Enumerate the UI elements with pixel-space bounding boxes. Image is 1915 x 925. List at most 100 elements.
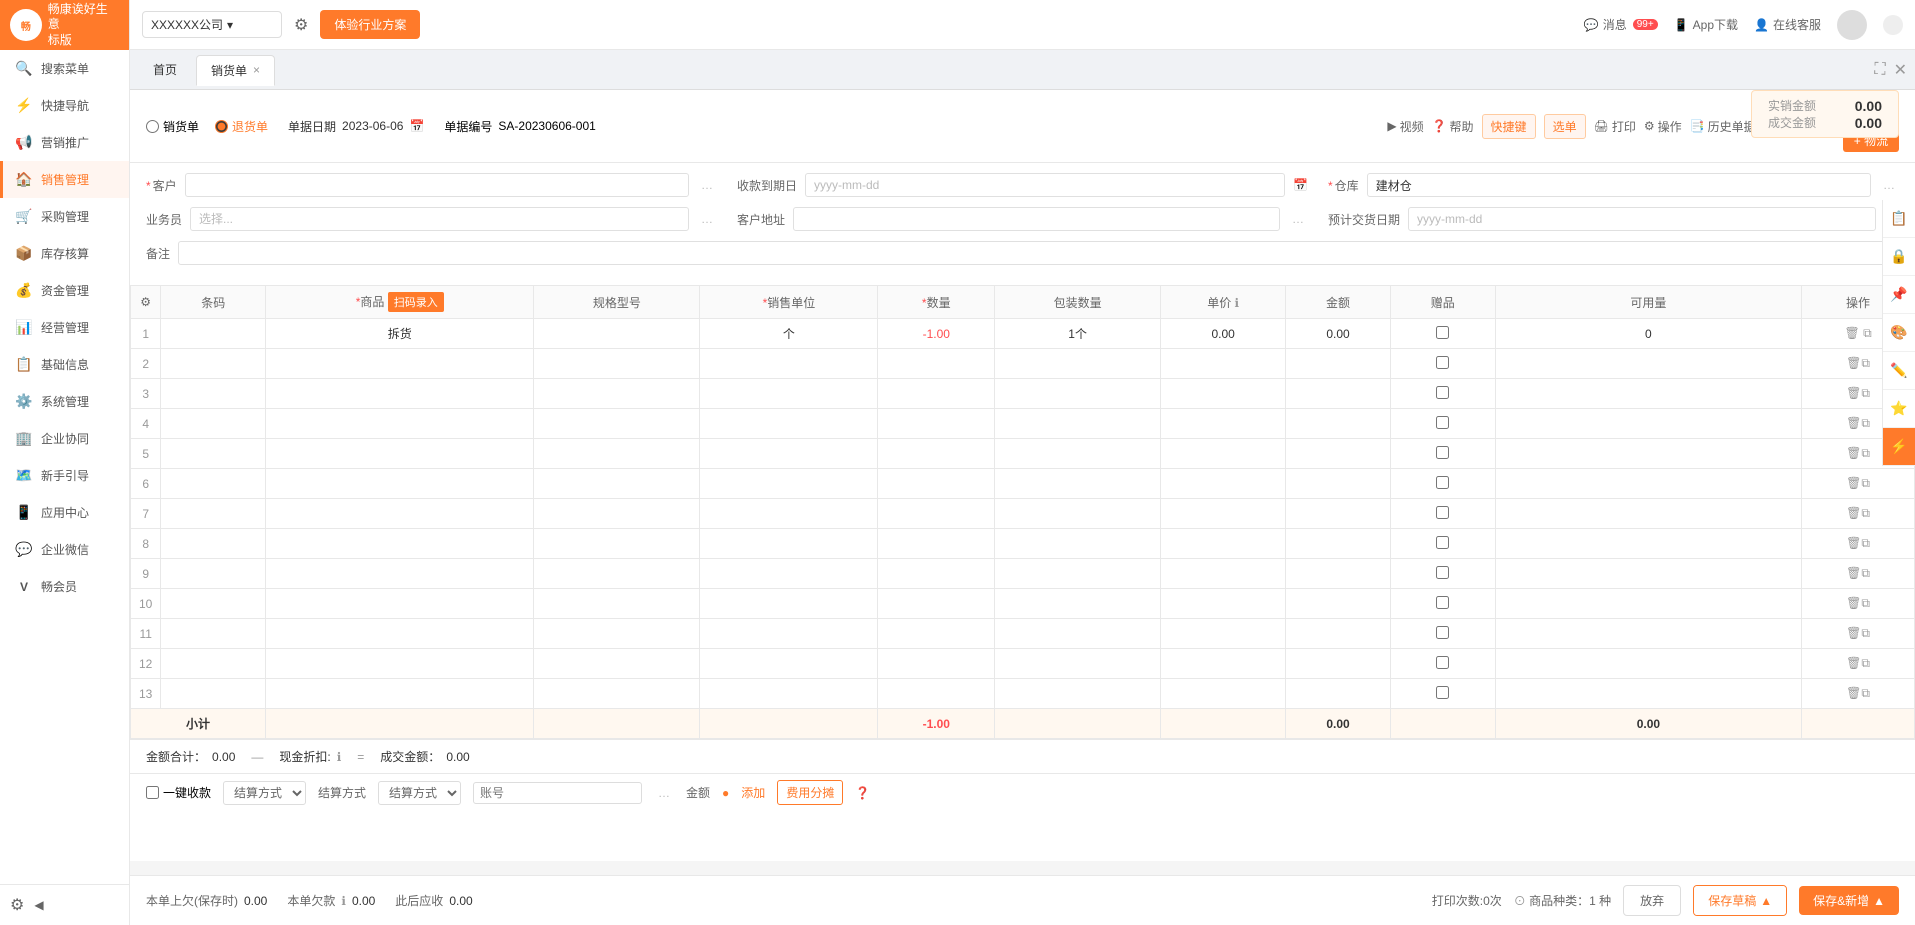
row-1-spec[interactable] bbox=[534, 319, 700, 349]
trial-button[interactable]: 体验行业方案 bbox=[320, 10, 420, 39]
return-order-radio[interactable]: 退货单 bbox=[215, 118, 268, 135]
delete-icon[interactable]: 🗑 bbox=[1846, 656, 1861, 670]
customer-address-input[interactable] bbox=[793, 207, 1280, 231]
note-input[interactable] bbox=[178, 241, 1899, 265]
tab-sales-order[interactable]: 销货单 × bbox=[196, 55, 275, 86]
delete-icon[interactable]: 🗑 bbox=[1846, 626, 1861, 640]
rfb-pin[interactable]: 📌 bbox=[1883, 276, 1915, 314]
delete-icon[interactable]: 🗑 bbox=[1846, 596, 1861, 610]
app-download-action[interactable]: 📱 App下载 bbox=[1674, 16, 1738, 33]
scan-btn[interactable]: 扫码录入 bbox=[388, 292, 444, 312]
delete-icon[interactable]: 🗑 bbox=[1846, 446, 1861, 460]
message-action[interactable]: 💬 消息 99+ bbox=[1584, 16, 1658, 33]
copy-icon[interactable]: ⧉ bbox=[1861, 506, 1870, 520]
expected-date-input[interactable] bbox=[1408, 207, 1876, 231]
copy-icon[interactable]: ⧉ bbox=[1861, 686, 1870, 700]
fee-split-btn[interactable]: 费用分摊 bbox=[777, 780, 843, 805]
help-link[interactable]: ❓ 帮助 bbox=[1432, 118, 1474, 135]
row-1-product[interactable]: 拆货 bbox=[266, 319, 534, 349]
print-link[interactable]: 🖨 打印 bbox=[1594, 118, 1636, 135]
copy-icon[interactable]: ⧉ bbox=[1861, 386, 1870, 400]
sidebar-item-system[interactable]: ⚙️ 系统管理 bbox=[0, 383, 129, 420]
sidebar-settings-icon[interactable]: ⚙ bbox=[10, 895, 24, 915]
sidebar-item-purchase[interactable]: 🛒 采购管理 bbox=[0, 198, 129, 235]
delete-icon[interactable]: 🗑 bbox=[1846, 686, 1861, 700]
sidebar-item-member[interactable]: V 畅会员 bbox=[0, 568, 129, 605]
order-balance-info[interactable]: ℹ bbox=[341, 894, 346, 908]
delete-icon[interactable]: 🗑 bbox=[1846, 386, 1861, 400]
copy-icon[interactable]: ⧉ bbox=[1861, 656, 1870, 670]
customer-input[interactable] bbox=[185, 173, 689, 197]
sidebar-item-quick-nav[interactable]: ⚡ 快捷导航 bbox=[0, 87, 129, 124]
row-1-unit-price[interactable]: 0.00 bbox=[1161, 319, 1286, 349]
discard-button[interactable]: 放弃 bbox=[1623, 885, 1681, 916]
sidebar-item-inventory[interactable]: 📦 库存核算 bbox=[0, 235, 129, 272]
payment-method-select[interactable]: 结算方式 bbox=[223, 781, 306, 805]
row-1-unit[interactable]: 个 bbox=[700, 319, 878, 349]
sidebar-item-finance[interactable]: 💰 资金管理 bbox=[0, 272, 129, 309]
row-1-pack-qty[interactable]: 1个 bbox=[995, 319, 1161, 349]
copy-icon[interactable]: ⧉ bbox=[1861, 416, 1870, 430]
account-more-btn[interactable]: … bbox=[654, 786, 674, 800]
tab-home[interactable]: 首页 bbox=[138, 54, 192, 85]
discount-info-icon[interactable]: ℹ bbox=[337, 750, 342, 764]
sidebar-item-wechat[interactable]: 💬 企业微信 bbox=[0, 531, 129, 568]
delete-icon[interactable]: 🗑 bbox=[1846, 506, 1861, 520]
operate-link[interactable]: ⚙ 操作 bbox=[1644, 118, 1682, 135]
online-support-action[interactable]: 👤 在线客服 bbox=[1754, 16, 1821, 33]
rfb-orange-action[interactable]: ⚡ bbox=[1883, 428, 1915, 466]
sales-order-radio[interactable]: 销货单 bbox=[146, 118, 199, 135]
row-1-amount[interactable]: 0.00 bbox=[1286, 319, 1391, 349]
due-date-input[interactable] bbox=[805, 173, 1285, 197]
row-1-copy-icon[interactable]: ⧉ bbox=[1863, 326, 1872, 340]
customer-more-btn[interactable]: … bbox=[697, 178, 717, 192]
sidebar-item-marketing[interactable]: 📢 营销推广 bbox=[0, 124, 129, 161]
row-1-delete-icon[interactable]: 🗑 bbox=[1844, 326, 1859, 340]
sidebar-collapse-icon[interactable]: ◀ bbox=[34, 898, 43, 912]
sidebar-item-corp[interactable]: 🏢 企业协同 bbox=[0, 420, 129, 457]
choose-btn[interactable]: 选单 bbox=[1544, 114, 1586, 139]
save-draft-button[interactable]: 保存草稿 ▲ bbox=[1694, 886, 1786, 915]
row-1-gift[interactable] bbox=[1390, 319, 1495, 349]
shortcut-btn[interactable]: 快捷键 bbox=[1482, 114, 1536, 139]
sidebar-item-ops[interactable]: 📊 经营管理 bbox=[0, 309, 129, 346]
copy-icon[interactable]: ⧉ bbox=[1861, 596, 1870, 610]
delete-icon[interactable]: 🗑 bbox=[1846, 536, 1861, 550]
rfb-star[interactable]: ⭐ bbox=[1883, 390, 1915, 428]
sidebar-item-guide[interactable]: 🗺️ 新手引导 bbox=[0, 457, 129, 494]
tab-close-icon[interactable]: × bbox=[253, 63, 260, 77]
copy-icon[interactable]: ⧉ bbox=[1861, 446, 1870, 460]
user-avatar[interactable] bbox=[1837, 10, 1867, 40]
close-all-icon[interactable]: ✕ bbox=[1894, 60, 1907, 80]
due-date-calendar-icon[interactable]: 📅 bbox=[1293, 178, 1308, 192]
sidebar-item-sales[interactable]: 🏠 销售管理 bbox=[0, 161, 129, 198]
delete-icon[interactable]: 🗑 bbox=[1846, 356, 1861, 370]
salesperson-more-btn[interactable]: … bbox=[697, 212, 717, 226]
warehouse-more-btn[interactable]: … bbox=[1879, 178, 1899, 192]
copy-icon[interactable]: ⧉ bbox=[1861, 476, 1870, 490]
warehouse-input[interactable] bbox=[1367, 173, 1871, 197]
row-1-qty[interactable]: -1.00 bbox=[878, 319, 995, 349]
history-link[interactable]: 📑 历史单据 bbox=[1690, 118, 1756, 135]
copy-icon[interactable]: ⧉ bbox=[1861, 536, 1870, 550]
rfb-color[interactable]: 🎨 bbox=[1883, 314, 1915, 352]
video-link[interactable]: ▶ 视频 bbox=[1387, 118, 1423, 135]
account-input[interactable] bbox=[473, 782, 642, 804]
calendar-icon[interactable]: 📅 bbox=[409, 119, 424, 133]
add-payment-btn[interactable]: 添加 bbox=[741, 784, 765, 801]
rfb-notes[interactable]: 📋 bbox=[1883, 200, 1915, 238]
col-settings[interactable]: ⚙ bbox=[131, 286, 161, 319]
delete-icon[interactable]: 🗑 bbox=[1846, 416, 1861, 430]
calc-method-select[interactable]: 结算方式 bbox=[378, 781, 461, 805]
address-more-btn[interactable]: … bbox=[1288, 212, 1308, 226]
sidebar-item-basics[interactable]: 📋 基础信息 bbox=[0, 346, 129, 383]
one-click-payment-check[interactable]: 一键收款 bbox=[146, 784, 211, 801]
delete-icon[interactable]: 🗑 bbox=[1846, 476, 1861, 490]
sidebar-item-appstore[interactable]: 📱 应用中心 bbox=[0, 494, 129, 531]
copy-icon[interactable]: ⧉ bbox=[1861, 356, 1870, 370]
company-select[interactable]: XXXXXX公司 ▾ bbox=[142, 11, 282, 38]
settings-gear-icon[interactable]: ⚙ bbox=[294, 15, 308, 35]
rfb-lock[interactable]: 🔒 bbox=[1883, 238, 1915, 276]
salesperson-input[interactable] bbox=[190, 207, 689, 231]
copy-icon[interactable]: ⧉ bbox=[1861, 626, 1870, 640]
